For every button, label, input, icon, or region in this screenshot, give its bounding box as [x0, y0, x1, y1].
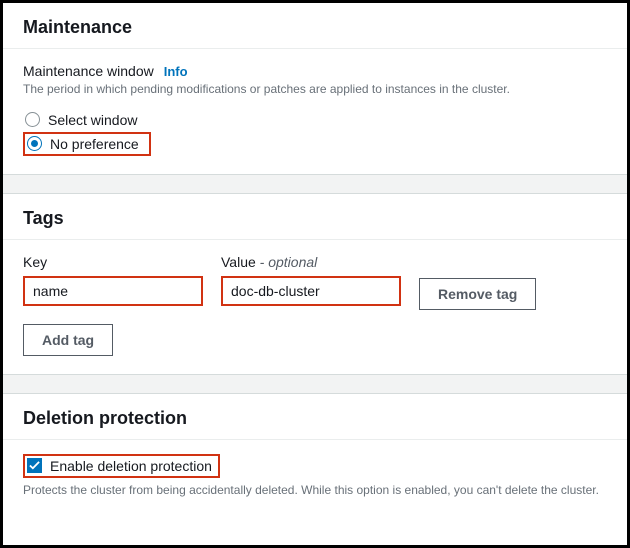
deletion-body: Enable deletion protection Protects the …	[3, 440, 627, 517]
tag-value-label: Value - optional	[221, 254, 401, 270]
tag-value-input[interactable]	[221, 276, 401, 306]
checkbox-checked-icon	[27, 458, 42, 473]
tag-value-optional: - optional	[256, 254, 317, 270]
maintenance-window-label: Maintenance window	[23, 63, 154, 79]
remove-tag-button[interactable]: Remove tag	[419, 278, 536, 310]
tag-value-label-text: Value	[221, 254, 256, 270]
radio-icon-checked	[27, 136, 42, 151]
tags-title: Tags	[23, 208, 607, 229]
tags-section: Tags Key Value - optional Remove tag Add…	[3, 194, 627, 374]
deletion-header: Deletion protection	[3, 394, 627, 440]
add-tag-button[interactable]: Add tag	[23, 324, 113, 356]
deletion-section: Deletion protection Enable deletion prot…	[3, 394, 627, 517]
deletion-hint: Protects the cluster from being accident…	[23, 482, 607, 499]
radio-select-window[interactable]: Select window	[23, 108, 607, 132]
highlight-enable-deletion: Enable deletion protection	[23, 454, 220, 478]
tag-key-input[interactable]	[23, 276, 203, 306]
enable-deletion-checkbox-row[interactable]: Enable deletion protection	[27, 458, 212, 474]
add-tag-row: Add tag	[23, 324, 607, 356]
section-gap	[3, 374, 627, 394]
maintenance-title: Maintenance	[23, 17, 607, 38]
radio-icon	[25, 112, 40, 127]
deletion-title: Deletion protection	[23, 408, 607, 429]
tags-row: Key Value - optional Remove tag	[23, 254, 607, 306]
tags-body: Key Value - optional Remove tag Add tag	[3, 240, 627, 374]
maintenance-radio-group: Select window No preference	[23, 108, 607, 156]
highlight-no-preference: No preference	[23, 132, 151, 156]
section-gap	[3, 174, 627, 194]
maintenance-section: Maintenance Maintenance window Info The …	[3, 3, 627, 174]
maintenance-header: Maintenance	[3, 3, 627, 49]
info-link[interactable]: Info	[164, 64, 188, 79]
maintenance-hint: The period in which pending modification…	[23, 81, 607, 98]
tag-key-label: Key	[23, 254, 203, 270]
tags-header: Tags	[3, 194, 627, 240]
maintenance-window-label-row: Maintenance window Info	[23, 63, 607, 79]
tag-remove-col: Remove tag	[419, 278, 536, 306]
radio-label: Select window	[48, 112, 138, 128]
maintenance-body: Maintenance window Info The period in wh…	[3, 49, 627, 174]
tag-key-col: Key	[23, 254, 203, 306]
radio-no-preference[interactable]: No preference	[27, 136, 139, 152]
tag-value-col: Value - optional	[221, 254, 401, 306]
radio-label: No preference	[50, 136, 139, 152]
enable-deletion-label: Enable deletion protection	[50, 458, 212, 474]
